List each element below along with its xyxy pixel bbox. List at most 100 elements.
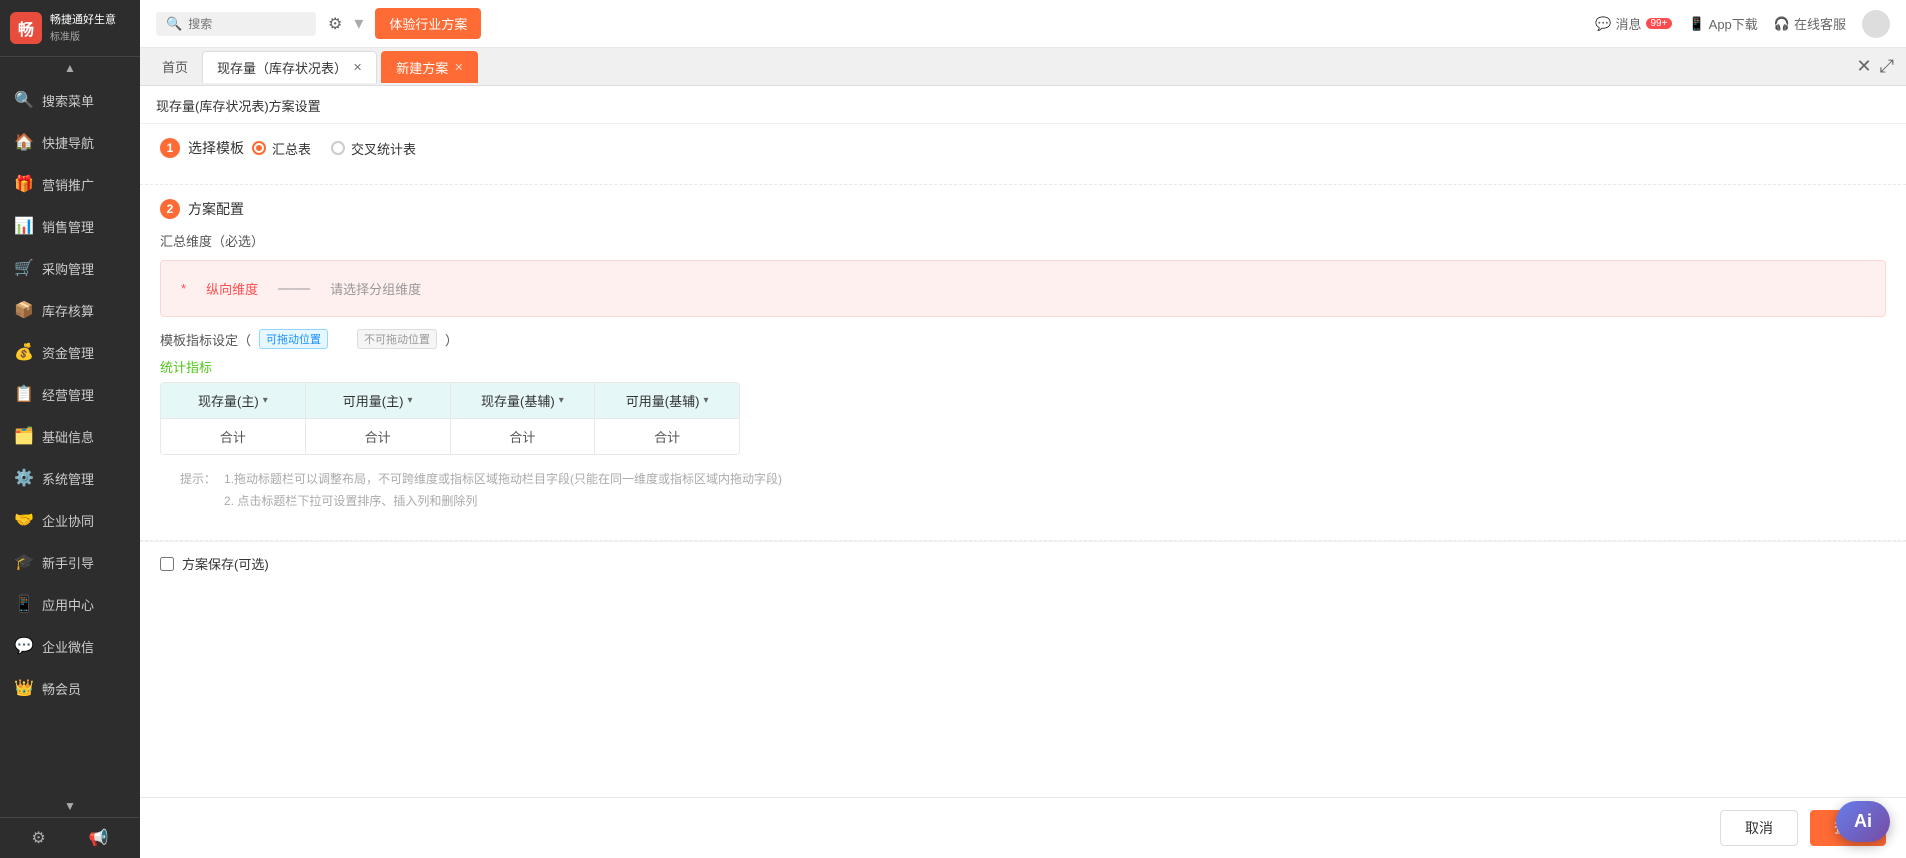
metrics-col-0-label: 现存量(主): [198, 391, 259, 410]
folder-icon: 🗂️: [14, 426, 34, 446]
metrics-col-3[interactable]: 可用量(基辅) ▾: [595, 383, 739, 418]
tab-controls: ✕ ⤢: [1857, 56, 1895, 77]
radio-summary[interactable]: 汇总表: [252, 139, 311, 158]
close-panel-icon[interactable]: ✕: [1857, 56, 1872, 77]
sidebar-bottom: ⚙ 📢: [0, 817, 140, 858]
gear-bottom-icon[interactable]: ⚙: [31, 828, 45, 848]
cart-icon: 🛒: [14, 258, 34, 278]
main-area: 🔍 ⚙ ▾ 体验行业方案 💬 消息 99+ 📱 App下载 🎧 在线客服 首页: [140, 0, 1906, 858]
metrics-col-2[interactable]: 现存量(基辅) ▾: [451, 383, 596, 418]
topbar-gear-icon[interactable]: ⚙: [328, 14, 342, 34]
sidebar-item-label: 企业微信: [42, 637, 94, 656]
sidebar-item-shortcut[interactable]: 🏠 快捷导航: [0, 121, 140, 163]
message-badge: 99+: [1646, 18, 1673, 29]
save-plan-checkbox[interactable]: [160, 557, 174, 571]
app-download-label: App下载: [1709, 14, 1758, 33]
ai-label: Ai: [1854, 811, 1872, 831]
save-plan-row: 方案保存(可选): [140, 541, 1906, 585]
sidebar-item-label: 搜索菜单: [42, 91, 94, 110]
sidebar-item-label: 企业协同: [42, 511, 94, 530]
sidebar-item-purchase[interactable]: 🛒 采购管理: [0, 247, 140, 289]
sidebar-item-search[interactable]: 🔍 搜索菜单: [0, 79, 140, 121]
graduate-icon: 🎓: [14, 552, 34, 572]
app-logo: 畅 畅捷通好生意 标准版: [0, 0, 140, 57]
sidebar-item-label: 资金管理: [42, 343, 94, 362]
sidebar-item-label: 新手引导: [42, 553, 94, 572]
metrics-body-row: 合计 合计 合计 合计: [161, 418, 739, 454]
sidebar-item-apps[interactable]: 📱 应用中心: [0, 583, 140, 625]
speaker-icon[interactable]: 📢: [89, 828, 109, 848]
dimension-label: 汇总维度（必选）: [160, 231, 1886, 250]
sidebar-item-finance[interactable]: 💰 资金管理: [0, 331, 140, 373]
message-label: 消息: [1615, 14, 1641, 33]
tab-new-plan-label: 新建方案: [396, 58, 448, 77]
sidebar-item-label: 采购管理: [42, 259, 94, 278]
hint-title: 提示：: [180, 469, 216, 491]
metrics-col-0[interactable]: 现存量(主) ▾: [161, 383, 306, 418]
radio-cross-circle[interactable]: [331, 141, 345, 155]
topbar-chevron-icon[interactable]: ▾: [354, 13, 363, 34]
radio-summary-label: 汇总表: [272, 139, 311, 158]
sidebar-item-inventory[interactable]: 📦 库存核算: [0, 289, 140, 331]
trial-button[interactable]: 体验行业方案: [375, 8, 481, 39]
search-input[interactable]: [188, 17, 308, 31]
non-draggable-badge: 不可拖动位置: [357, 329, 437, 349]
topbar: 🔍 ⚙ ▾ 体验行业方案 💬 消息 99+ 📱 App下载 🎧 在线客服: [140, 0, 1906, 48]
tab-home[interactable]: 首页: [152, 51, 198, 82]
message-icon: 💬: [1595, 16, 1611, 32]
page-title: 现存量(库存状况表)方案设置: [156, 99, 321, 114]
expand-panel-icon[interactable]: ⤢: [1880, 56, 1894, 77]
scroll-up-arrow[interactable]: ▲: [0, 57, 140, 79]
settings-icon: ⚙️: [14, 468, 34, 488]
metrics-col-1-label: 可用量(主): [343, 391, 404, 410]
step2-section: 2 方案配置 汇总维度（必选） * 纵向维度 —— 请选择分组维度 模板指标设定…: [140, 185, 1906, 541]
sidebar-item-marketing[interactable]: 🎁 营销推广: [0, 163, 140, 205]
sidebar-item-enterprise[interactable]: 🤝 企业协同: [0, 499, 140, 541]
sidebar-item-member[interactable]: 👑 畅会员: [0, 667, 140, 709]
main-panel: 现存量(库存状况表)方案设置 1 选择模板 汇总表: [140, 86, 1906, 797]
save-plan-label: 方案保存(可选): [182, 554, 269, 573]
metrics-summary-3: 合计: [595, 419, 739, 454]
radio-cross-label: 交叉统计表: [351, 139, 416, 158]
indicators-suffix: ）: [445, 330, 458, 349]
ai-bubble[interactable]: Ai: [1836, 801, 1890, 842]
search-box[interactable]: 🔍: [156, 12, 316, 36]
sidebar-item-operation[interactable]: 📋 经营管理: [0, 373, 140, 415]
radio-summary-circle[interactable]: [252, 141, 266, 155]
metrics-col-0-chevron[interactable]: ▾: [263, 395, 268, 406]
scroll-down-arrow[interactable]: ▼: [0, 795, 140, 817]
dimension-required-mark: *: [181, 281, 186, 296]
home-icon: 🏠: [14, 132, 34, 152]
step1-label: 选择模板: [188, 138, 244, 158]
message-item[interactable]: 💬 消息 99+: [1595, 14, 1672, 33]
tab-inventory-close-icon[interactable]: ✕: [353, 61, 362, 74]
tab-new-plan[interactable]: 新建方案 ✕: [381, 51, 478, 83]
headset-icon: 🎧: [1774, 16, 1790, 32]
metrics-col-3-chevron[interactable]: ▾: [703, 395, 708, 406]
sidebar-item-wechat[interactable]: 💬 企业微信: [0, 625, 140, 667]
sidebar-item-label: 系统管理: [42, 469, 94, 488]
tab-new-plan-close-icon[interactable]: ✕: [454, 61, 463, 74]
app-edition: 标准版: [50, 28, 116, 43]
app-download-item[interactable]: 📱 App下载: [1688, 14, 1757, 33]
sidebar-item-sales[interactable]: 📊 销售管理: [0, 205, 140, 247]
online-service-item[interactable]: 🎧 在线客服: [1774, 14, 1846, 33]
crown-icon: 👑: [14, 678, 34, 698]
metrics-col-1-chevron[interactable]: ▾: [407, 395, 412, 406]
sidebar-item-basic[interactable]: 🗂️ 基础信息: [0, 415, 140, 457]
box-icon: 📦: [14, 300, 34, 320]
hint-text-1: 2. 点击标题栏下拉可设置排序、插入列和删除列: [224, 491, 477, 513]
cancel-button[interactable]: 取消: [1720, 810, 1798, 846]
radio-cross[interactable]: 交叉统计表: [331, 139, 416, 158]
hint-item-0: 提示： 1.拖动标题栏可以调整布局，不可跨维度或指标区域拖动栏目字段(只能在同一…: [180, 469, 1866, 491]
metrics-col-2-label: 现存量(基辅): [481, 391, 555, 410]
metrics-col-1[interactable]: 可用量(主) ▾: [306, 383, 451, 418]
user-avatar[interactable]: [1862, 10, 1890, 38]
tab-inventory-status[interactable]: 现存量（库存状况表） ✕: [202, 51, 377, 83]
sidebar-item-label: 营销推广: [42, 175, 94, 194]
sidebar-item-system[interactable]: ⚙️ 系统管理: [0, 457, 140, 499]
step1-section: 1 选择模板 汇总表 交叉统计表: [140, 124, 1906, 185]
content-area: 现存量(库存状况表)方案设置 1 选择模板 汇总表: [140, 86, 1906, 858]
metrics-col-2-chevron[interactable]: ▾: [559, 395, 564, 406]
sidebar-item-newbie[interactable]: 🎓 新手引导: [0, 541, 140, 583]
